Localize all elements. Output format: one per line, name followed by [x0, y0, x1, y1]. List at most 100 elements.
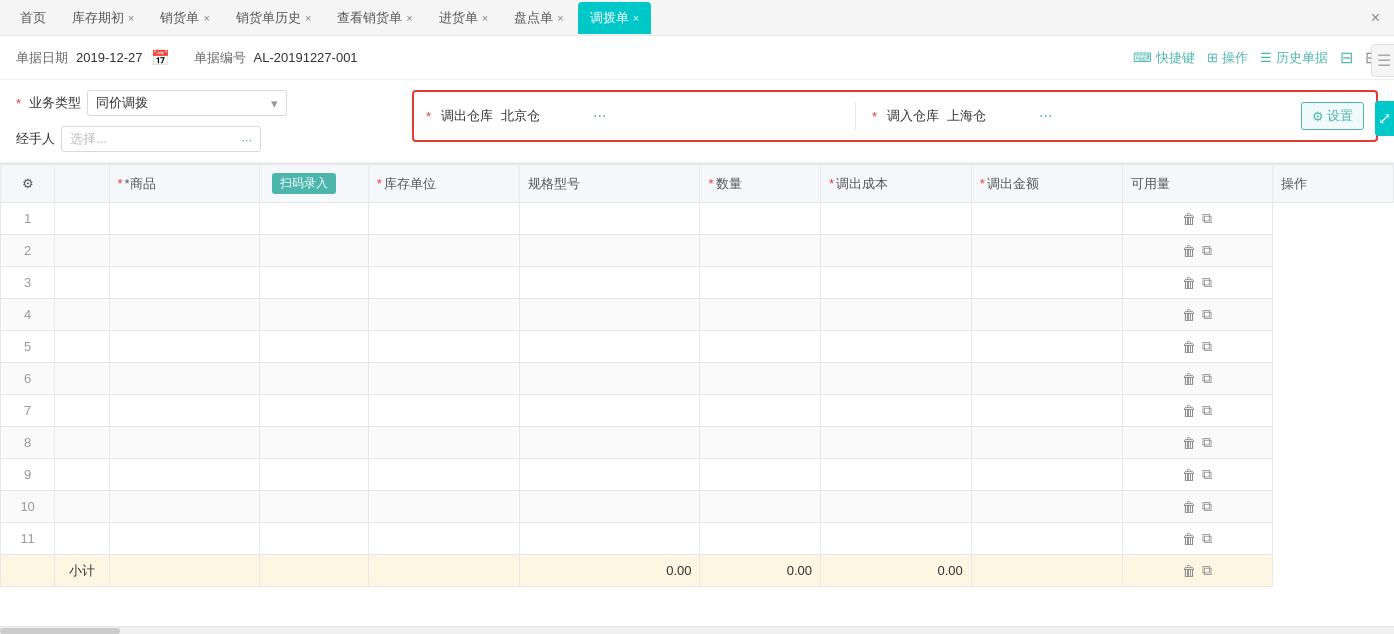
scan-button[interactable]: 扫码录入: [272, 173, 336, 194]
qty-cell[interactable]: [519, 235, 700, 267]
goods-cell[interactable]: [55, 459, 109, 491]
cost-cell[interactable]: [700, 395, 821, 427]
delete-row-icon[interactable]: 🗑: [1182, 275, 1196, 291]
cost-cell[interactable]: [700, 299, 821, 331]
amount-cell[interactable]: [821, 523, 972, 555]
close-tab-transfer[interactable]: ×: [633, 12, 639, 24]
spec-cell[interactable]: [368, 459, 519, 491]
delete-row-icon[interactable]: 🗑: [1182, 307, 1196, 323]
goods-cell[interactable]: [55, 523, 109, 555]
qty-cell[interactable]: [519, 427, 700, 459]
transfer-in-more-btn[interactable]: ···: [1039, 107, 1052, 125]
cost-cell[interactable]: [700, 459, 821, 491]
amount-cell[interactable]: [821, 331, 972, 363]
qty-cell[interactable]: [519, 331, 700, 363]
delete-row-icon[interactable]: 🗑: [1182, 499, 1196, 515]
goods-cell[interactable]: [55, 331, 109, 363]
tab-inventory-init[interactable]: 库存期初 ×: [60, 2, 146, 34]
calendar-icon[interactable]: 📅: [151, 49, 170, 67]
tab-inventory[interactable]: 盘点单 ×: [502, 2, 575, 34]
qty-cell[interactable]: [519, 363, 700, 395]
amount-cell[interactable]: [821, 395, 972, 427]
history-link[interactable]: ☰ 历史单据: [1260, 49, 1328, 67]
close-tab-inventory[interactable]: ×: [557, 12, 563, 24]
scrollbar-thumb[interactable]: [0, 628, 120, 634]
cost-cell[interactable]: [700, 203, 821, 235]
amount-cell[interactable]: [821, 235, 972, 267]
unit-cell[interactable]: [260, 235, 369, 267]
delete-row-icon[interactable]: 🗑: [1182, 435, 1196, 451]
copy-row-icon[interactable]: ⧉: [1202, 306, 1212, 323]
unit-cell[interactable]: [260, 427, 369, 459]
spec-cell[interactable]: [368, 267, 519, 299]
qty-cell[interactable]: [519, 395, 700, 427]
cost-cell[interactable]: [700, 267, 821, 299]
close-tab-sales-order[interactable]: ×: [203, 12, 209, 24]
handler-dropdown[interactable]: 选择... ···: [61, 126, 261, 152]
transfer-out-more-btn[interactable]: ···: [593, 107, 606, 125]
amount-cell[interactable]: [821, 299, 972, 331]
amount-cell[interactable]: [821, 363, 972, 395]
copy-row-icon[interactable]: ⧉: [1202, 242, 1212, 259]
column-settings[interactable]: ⚙: [1, 165, 55, 203]
delete-row-icon[interactable]: 🗑: [1182, 403, 1196, 419]
tab-sales-order[interactable]: 销货单 ×: [148, 2, 221, 34]
spec-cell[interactable]: [368, 427, 519, 459]
qty-cell[interactable]: [519, 299, 700, 331]
delete-row-icon[interactable]: 🗑: [1182, 371, 1196, 387]
subtotal-delete-icon[interactable]: 🗑: [1182, 563, 1196, 579]
close-tab-inventory-init[interactable]: ×: [128, 12, 134, 24]
spec-cell[interactable]: [368, 331, 519, 363]
unit-cell[interactable]: [260, 459, 369, 491]
tab-purchase[interactable]: 进货单 ×: [427, 2, 500, 34]
list-sidebar-icon[interactable]: ☰: [1371, 44, 1395, 77]
qty-cell[interactable]: [519, 267, 700, 299]
layout-icon-1[interactable]: ⊟: [1340, 48, 1353, 67]
amount-cell[interactable]: [821, 267, 972, 299]
action-link[interactable]: ⊞ 操作: [1207, 49, 1248, 67]
close-tab-sales-history[interactable]: ×: [305, 12, 311, 24]
business-type-dropdown[interactable]: 同价调拨 ▾: [87, 90, 287, 116]
goods-cell[interactable]: [55, 267, 109, 299]
delete-row-icon[interactable]: 🗑: [1182, 339, 1196, 355]
unit-cell[interactable]: [260, 491, 369, 523]
copy-row-icon[interactable]: ⧉: [1202, 434, 1212, 451]
delete-row-icon[interactable]: 🗑: [1182, 467, 1196, 483]
goods-cell[interactable]: [55, 395, 109, 427]
copy-row-icon[interactable]: ⧉: [1202, 466, 1212, 483]
qty-cell[interactable]: [519, 523, 700, 555]
qty-cell[interactable]: [519, 491, 700, 523]
amount-cell[interactable]: [821, 491, 972, 523]
goods-cell[interactable]: [55, 363, 109, 395]
spec-cell[interactable]: [368, 299, 519, 331]
tab-sales-history[interactable]: 销货单历史 ×: [224, 2, 323, 34]
cost-cell[interactable]: [700, 235, 821, 267]
copy-row-icon[interactable]: ⧉: [1202, 274, 1212, 291]
close-tab-view-sales[interactable]: ×: [406, 12, 412, 24]
qty-cell[interactable]: [519, 203, 700, 235]
cost-cell[interactable]: [700, 363, 821, 395]
cost-cell[interactable]: [700, 427, 821, 459]
amount-cell[interactable]: [821, 203, 972, 235]
amount-cell[interactable]: [821, 459, 972, 491]
cost-cell[interactable]: [700, 331, 821, 363]
copy-row-icon[interactable]: ⧉: [1202, 402, 1212, 419]
copy-row-icon[interactable]: ⧉: [1202, 210, 1212, 227]
cost-cell[interactable]: [700, 523, 821, 555]
amount-cell[interactable]: [821, 427, 972, 459]
unit-cell[interactable]: [260, 363, 369, 395]
copy-row-icon[interactable]: ⧉: [1202, 498, 1212, 515]
shortcut-link[interactable]: ⌨ 快捷键: [1133, 49, 1195, 67]
spec-cell[interactable]: [368, 491, 519, 523]
expand-sidebar-icon[interactable]: ⤢: [1375, 101, 1394, 136]
copy-row-icon[interactable]: ⧉: [1202, 338, 1212, 355]
copy-row-icon[interactable]: ⧉: [1202, 370, 1212, 387]
tab-view-sales[interactable]: 查看销货单 ×: [325, 2, 424, 34]
horizontal-scrollbar[interactable]: [0, 626, 1394, 634]
qty-cell[interactable]: [519, 459, 700, 491]
close-window-button[interactable]: ×: [1365, 9, 1386, 27]
unit-cell[interactable]: [260, 203, 369, 235]
tab-home[interactable]: 首页: [8, 2, 58, 34]
spec-cell[interactable]: [368, 395, 519, 427]
spec-cell[interactable]: [368, 363, 519, 395]
